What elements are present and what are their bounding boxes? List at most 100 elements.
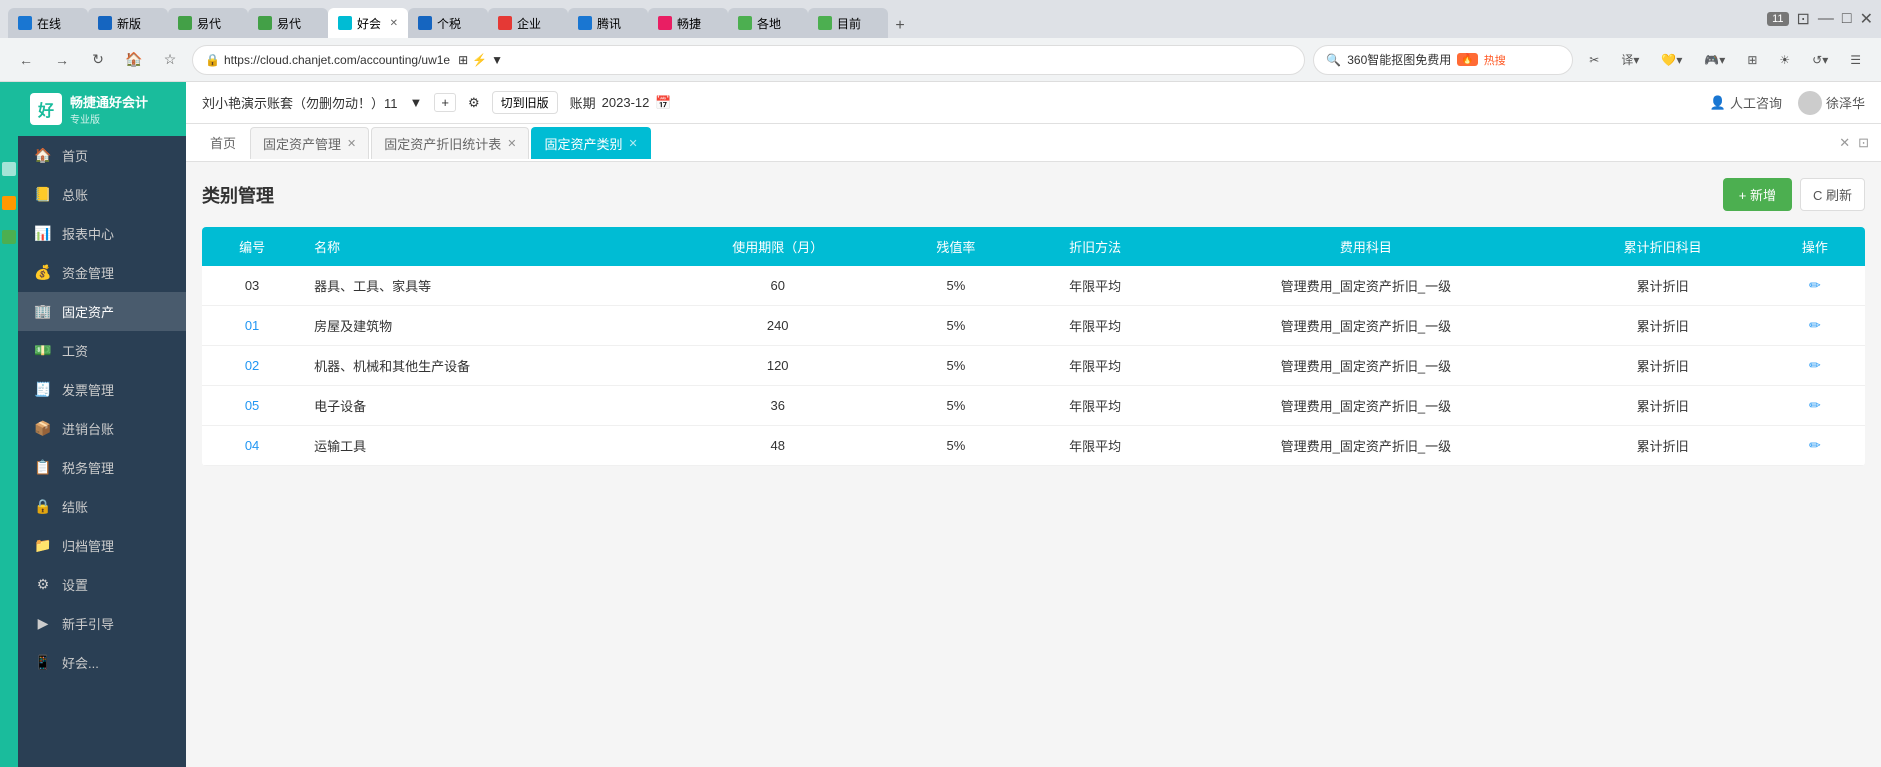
- wallet-button[interactable]: 💛▾: [1653, 49, 1690, 71]
- row5-code[interactable]: 04: [202, 426, 302, 466]
- settings-gear-icon[interactable]: ⚙: [468, 95, 480, 111]
- switch-version-button[interactable]: 切到旧版: [492, 91, 558, 114]
- app-container: 好 畅捷通好会计 专业版 🏠 首页 📒 总账 📊 报表中心 💰 资金管理 🏢 固…: [0, 82, 1881, 767]
- brightness-button[interactable]: ☀: [1771, 49, 1798, 71]
- browser-tab-10[interactable]: 各地: [728, 8, 808, 38]
- sidebar-item-ledger[interactable]: 📒 总账: [18, 175, 186, 214]
- row4-code[interactable]: 05: [202, 386, 302, 426]
- tab-expand-icon[interactable]: ⊡: [1858, 135, 1869, 151]
- browser-tab-3[interactable]: 易代: [168, 8, 248, 38]
- back-button[interactable]: ←: [12, 46, 40, 74]
- row4-name: 电子设备: [302, 386, 662, 426]
- hot-label: 热搜: [1484, 52, 1506, 68]
- refresh-button[interactable]: C 刷新: [1800, 178, 1865, 211]
- tab-asset-category[interactable]: 固定资产类别 ✕: [531, 127, 650, 159]
- tab-asset-category-close[interactable]: ✕: [629, 137, 638, 150]
- main-content: 刘小艳演示账套（勿删勿动！）11 ▼ + ⚙ 切到旧版 账期 2023-12 📅…: [186, 82, 1881, 767]
- tab-close-icon[interactable]: ✕: [1839, 135, 1850, 151]
- tab-fixed-assets-mgmt-close[interactable]: ✕: [347, 137, 356, 150]
- sidebar-item-purchase-sales[interactable]: 📦 进销台账: [18, 409, 186, 448]
- row4-action[interactable]: ✏: [1765, 386, 1865, 426]
- purchase-sales-icon: 📦: [34, 420, 52, 437]
- consult-button[interactable]: 👤 人工咨询: [1710, 93, 1782, 112]
- row1-expense: 管理费用_固定资产折旧_一级: [1171, 266, 1560, 306]
- edge-icon-3: [2, 230, 16, 244]
- minimize-icon[interactable]: —: [1818, 10, 1834, 28]
- new-tab-button[interactable]: +: [888, 14, 912, 38]
- tab-label-6: 个税: [437, 15, 461, 32]
- row1-action[interactable]: ✏: [1765, 266, 1865, 306]
- scissors-button[interactable]: ✂: [1581, 49, 1607, 71]
- row3-method: 年限平均: [1019, 346, 1171, 386]
- add-button[interactable]: + 新增: [1723, 178, 1792, 211]
- row5-action[interactable]: ✏: [1765, 426, 1865, 466]
- sidebar-item-closing[interactable]: 🔒 结账: [18, 487, 186, 526]
- browser-tab-4[interactable]: 易代: [248, 8, 328, 38]
- browser-tab-8[interactable]: 腾讯: [568, 8, 648, 38]
- row3-code[interactable]: 02: [202, 346, 302, 386]
- tab-fixed-assets-mgmt[interactable]: 固定资产管理 ✕: [250, 127, 369, 159]
- tab-depreciation-table-close[interactable]: ✕: [507, 137, 516, 150]
- sidebar-item-fixed-assets[interactable]: 🏢 固定资产: [18, 292, 186, 331]
- site-info-icon[interactable]: ⊞: [458, 53, 468, 67]
- row2-action[interactable]: ✏: [1765, 306, 1865, 346]
- game-button[interactable]: 🎮▾: [1696, 49, 1733, 71]
- window-close-icon[interactable]: ✕: [1860, 9, 1873, 29]
- search-bar[interactable]: 🔍 360智能抠图免费用 🔥 热搜: [1313, 45, 1573, 75]
- browser-tab-6[interactable]: 个税: [408, 8, 488, 38]
- search-icon: 🔍: [1326, 53, 1341, 67]
- browser-tab-7[interactable]: 企业: [488, 8, 568, 38]
- row2-code[interactable]: 01: [202, 306, 302, 346]
- grid-button[interactable]: ⊞: [1739, 49, 1765, 71]
- restore-icon[interactable]: ⊡: [1797, 9, 1810, 29]
- payroll-icon: 💵: [34, 342, 52, 359]
- sidebar-item-archive[interactable]: 📁 归档管理: [18, 526, 186, 565]
- page-title: 类别管理: [202, 182, 274, 208]
- home-nav-button[interactable]: 🏠: [120, 46, 148, 74]
- undo-button[interactable]: ↺▾: [1804, 49, 1836, 71]
- edge-icon-1: [2, 162, 16, 176]
- browser-tab-1[interactable]: 在线: [8, 8, 88, 38]
- ledger-icon: 📒: [34, 186, 52, 203]
- row2-edit-icon[interactable]: ✏: [1809, 317, 1821, 333]
- calendar-icon[interactable]: 📅: [655, 95, 671, 111]
- col-accumulated: 累计折旧科目: [1561, 227, 1765, 266]
- sidebar-item-funds[interactable]: 💰 资金管理: [18, 253, 186, 292]
- tab-home[interactable]: 首页: [198, 127, 248, 158]
- row4-edit-icon[interactable]: ✏: [1809, 397, 1821, 413]
- sidebar-label-payroll: 工资: [62, 341, 88, 360]
- forward-button[interactable]: →: [48, 46, 76, 74]
- tab-depreciation-table[interactable]: 固定资产折旧统计表 ✕: [371, 127, 529, 159]
- row5-edit-icon[interactable]: ✏: [1809, 437, 1821, 453]
- maximize-icon[interactable]: □: [1842, 10, 1852, 28]
- dropdown-icon[interactable]: ▼: [491, 53, 503, 67]
- sidebar-item-more[interactable]: 📱 好会...: [18, 643, 186, 682]
- row3-edit-icon[interactable]: ✏: [1809, 357, 1821, 373]
- bookmark-button[interactable]: ☆: [156, 46, 184, 74]
- sidebar-item-payroll[interactable]: 💵 工资: [18, 331, 186, 370]
- col-period: 使用期限（月）: [663, 227, 893, 266]
- browser-tab-5[interactable]: 好会 ✕: [328, 8, 408, 38]
- sidebar-item-settings[interactable]: ⚙ 设置: [18, 565, 186, 604]
- browser-tab-11[interactable]: 目前: [808, 8, 888, 38]
- sidebar-item-home[interactable]: 🏠 首页: [18, 136, 186, 175]
- browser-tab-9[interactable]: 畅捷: [648, 8, 728, 38]
- flash-icon[interactable]: ⚡: [472, 53, 487, 67]
- add-account-button[interactable]: +: [434, 93, 456, 112]
- user-avatar-button[interactable]: 徐泽华: [1798, 91, 1865, 115]
- sidebar-item-tax[interactable]: 📋 税务管理: [18, 448, 186, 487]
- sidebar-item-invoice[interactable]: 🧾 发票管理: [18, 370, 186, 409]
- reload-button[interactable]: ↻: [84, 46, 112, 74]
- menu-button[interactable]: ☰: [1842, 49, 1869, 71]
- sidebar-item-guide[interactable]: ▶ 新手引导: [18, 604, 186, 643]
- tab-close-5[interactable]: ✕: [390, 18, 398, 29]
- dropdown-arrow[interactable]: ▼: [410, 95, 423, 110]
- tab-label-7: 企业: [517, 15, 541, 32]
- row3-action[interactable]: ✏: [1765, 346, 1865, 386]
- row1-edit-icon[interactable]: ✏: [1809, 277, 1821, 293]
- browser-tab-2[interactable]: 新版: [88, 8, 168, 38]
- address-bar[interactable]: 🔒 https://cloud.chanjet.com/accounting/u…: [192, 45, 1305, 75]
- sidebar-item-reports[interactable]: 📊 报表中心: [18, 214, 186, 253]
- translate-button[interactable]: 译▾: [1613, 47, 1647, 72]
- tab-label-2: 新版: [117, 15, 141, 32]
